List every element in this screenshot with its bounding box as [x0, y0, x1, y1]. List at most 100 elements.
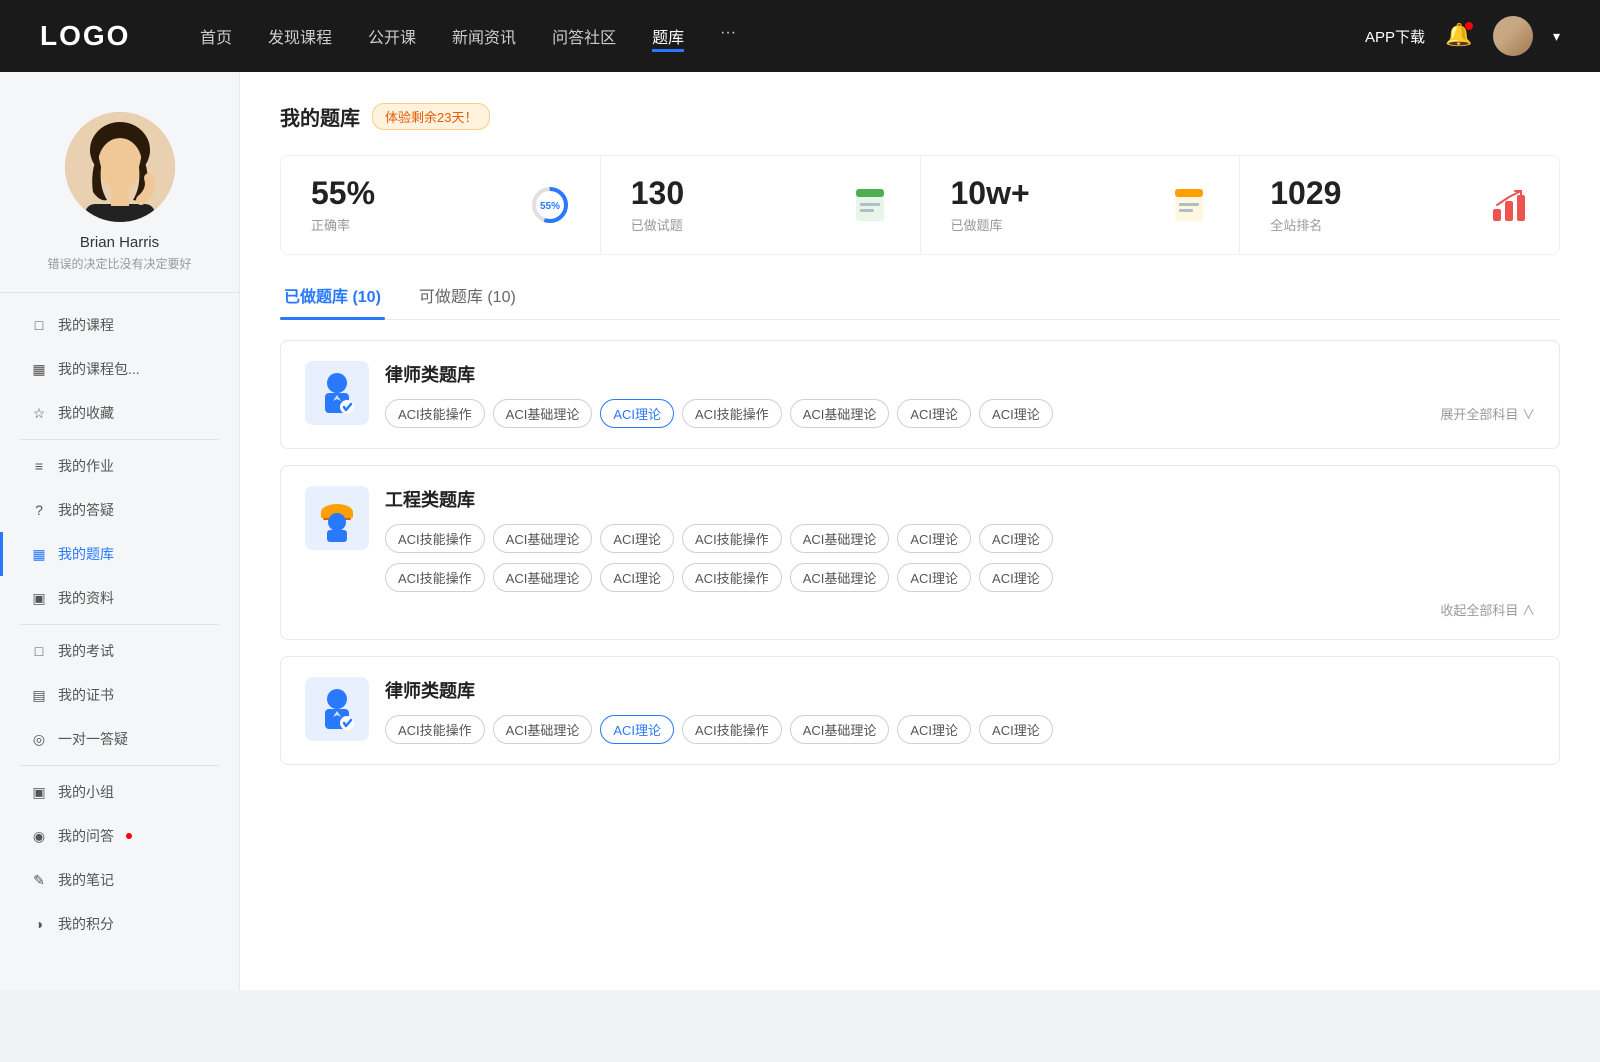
sidebar-icon-my-questions: ◉ [30, 827, 48, 845]
notification-bell[interactable]: 🔔 [1445, 22, 1473, 50]
tag[interactable]: ACI技能操作 [385, 524, 485, 553]
sidebar-item-my-questions[interactable]: ◉ 我的问答 [0, 814, 239, 858]
engineer-icon [313, 494, 361, 542]
tag[interactable]: ACI技能操作 [682, 563, 782, 592]
sidebar-item-my-course-pack[interactable]: ▦ 我的课程包... [0, 347, 239, 391]
qbank-card-header: 律师类题库 ACI技能操作ACI基础理论ACI理论ACI技能操作ACI基础理论A… [305, 361, 1535, 428]
nav-items: 首页 发现课程 公开课 新闻资讯 问答社区 题库 ··· [200, 20, 1365, 52]
sidebar-label-my-exam: 我的考试 [58, 641, 114, 661]
tag[interactable]: ACI理论 [600, 563, 674, 592]
tabs-row: 已做题库 (10) 可做题库 (10) [280, 283, 1560, 320]
sidebar-divider [20, 439, 219, 440]
lawyer-icon [313, 369, 361, 417]
logo[interactable]: LOGO [40, 20, 140, 52]
stat-label-done-questions: 已做试题 [631, 215, 834, 234]
sidebar: Brian Harris 错误的决定比没有决定要好 □ 我的课程 ▦ 我的课程包… [0, 72, 240, 990]
tag[interactable]: ACI技能操作 [682, 399, 782, 428]
tag[interactable]: ACI基础理论 [790, 715, 890, 744]
tag[interactable]: ACI技能操作 [682, 715, 782, 744]
sidebar-icon-my-qbank: ▦ [30, 545, 48, 563]
tag[interactable]: ACI理论 [979, 563, 1053, 592]
stat-label-accuracy: 正确率 [311, 215, 514, 234]
page-title: 我的题库 [280, 102, 360, 131]
qbank-card-lawyer-2: 律师类题库 ACI技能操作ACI基础理论ACI理论ACI技能操作ACI基础理论A… [280, 656, 1560, 765]
qbank-card-header: 工程类题库 ACI技能操作ACI基础理论ACI理论ACI技能操作ACI基础理论A… [305, 486, 1535, 619]
tag[interactable]: ACI基础理论 [493, 399, 593, 428]
tag[interactable]: ACI基础理论 [493, 524, 593, 553]
nav-item-···[interactable]: ··· [720, 20, 736, 52]
sidebar-item-my-points[interactable]: ◑ 我的积分 [0, 902, 239, 946]
tag[interactable]: ACI理论 [600, 399, 674, 428]
tab-0[interactable]: 已做题库 (10) [280, 283, 385, 319]
tag[interactable]: ACI技能操作 [385, 715, 485, 744]
sidebar-item-my-cert[interactable]: ▤ 我的证书 [0, 673, 239, 717]
sidebar-item-my-exam[interactable]: □ 我的考试 [0, 629, 239, 673]
stats-row: 55% 正确率 55% 130 已做试题 [280, 155, 1560, 255]
tag[interactable]: ACI基础理论 [493, 563, 593, 592]
chevron-down-icon[interactable]: ▾ [1553, 28, 1560, 45]
nav-item-题库[interactable]: 题库 [652, 20, 684, 52]
tab-1[interactable]: 可做题库 (10) [415, 283, 520, 319]
tag[interactable]: ACI技能操作 [682, 524, 782, 553]
nav-item-问答社区[interactable]: 问答社区 [552, 20, 616, 52]
avatar-image [1493, 16, 1533, 56]
sidebar-label-my-collect: 我的收藏 [58, 403, 114, 423]
sidebar-item-one-on-one[interactable]: ◎ 一对一答疑 [0, 717, 239, 761]
sidebar-label-my-course-pack: 我的课程包... [58, 359, 140, 379]
stat-value-accuracy: 55% [311, 176, 514, 211]
sidebar-menu: □ 我的课程 ▦ 我的课程包... ☆ 我的收藏 ≡ 我的作业 ? 我的答疑 ▦… [0, 303, 239, 946]
sidebar-item-my-collect[interactable]: ☆ 我的收藏 [0, 391, 239, 435]
tag[interactable]: ACI理论 [979, 524, 1053, 553]
profile-avatar[interactable] [65, 112, 175, 222]
accuracy-icon: 55% [530, 185, 570, 225]
tags-row: ACI技能操作ACI基础理论ACI理论ACI技能操作ACI基础理论ACI理论AC… [385, 399, 1535, 428]
collapse-link[interactable]: 收起全部科目 ∧ [385, 600, 1535, 619]
tag[interactable]: ACI理论 [600, 715, 674, 744]
tag[interactable]: ACI技能操作 [385, 399, 485, 428]
sidebar-item-my-course[interactable]: □ 我的课程 [0, 303, 239, 347]
qbank-card-body: 律师类题库 ACI技能操作ACI基础理论ACI理论ACI技能操作ACI基础理论A… [385, 677, 1535, 744]
sidebar-divider [20, 624, 219, 625]
sidebar-label-my-notes: 我的笔记 [58, 870, 114, 890]
sidebar-icon-my-notes: ✎ [30, 871, 48, 889]
sidebar-item-my-homework[interactable]: ≡ 我的作业 [0, 444, 239, 488]
notification-dot [1465, 22, 1473, 30]
expand-link[interactable]: 展开全部科目 ∨ [1440, 400, 1535, 427]
tag[interactable]: ACI理论 [979, 399, 1053, 428]
tag[interactable]: ACI理论 [897, 715, 971, 744]
stat-card-ranking: 1029 全站排名 [1240, 156, 1559, 254]
nav-item-首页[interactable]: 首页 [200, 20, 232, 52]
sidebar-icon-my-homework: ≡ [30, 457, 48, 475]
avatar[interactable] [1493, 16, 1533, 56]
tag[interactable]: ACI基础理论 [790, 563, 890, 592]
profile-section: Brian Harris 错误的决定比没有决定要好 [0, 102, 239, 293]
tag[interactable]: ACI理论 [979, 715, 1053, 744]
sidebar-item-my-notes[interactable]: ✎ 我的笔记 [0, 858, 239, 902]
sidebar-item-my-qbank[interactable]: ▦ 我的题库 [0, 532, 239, 576]
stat-label-ranking: 全站排名 [1270, 215, 1473, 234]
tags-row: ACI技能操作ACI基础理论ACI理论ACI技能操作ACI基础理论ACI理论AC… [385, 715, 1535, 744]
nav-item-发现课程[interactable]: 发现课程 [268, 20, 332, 52]
sidebar-item-my-group[interactable]: ▣ 我的小组 [0, 770, 239, 814]
tags-row-1: ACI技能操作ACI基础理论ACI理论ACI技能操作ACI基础理论ACI理论AC… [385, 524, 1535, 553]
nav-item-公开课[interactable]: 公开课 [368, 20, 416, 52]
lawyer-icon [313, 685, 361, 733]
app-download-link[interactable]: APP下载 [1365, 26, 1425, 47]
sidebar-item-my-data[interactable]: ▣ 我的资料 [0, 576, 239, 620]
tag[interactable]: ACI理论 [897, 399, 971, 428]
tag[interactable]: ACI基础理论 [790, 524, 890, 553]
qbank-card-header: 律师类题库 ACI技能操作ACI基础理论ACI理论ACI技能操作ACI基础理论A… [305, 677, 1535, 744]
tag[interactable]: ACI基础理论 [493, 715, 593, 744]
stat-label-done-banks: 已做题库 [951, 215, 1154, 234]
nav-item-新闻资讯[interactable]: 新闻资讯 [452, 20, 516, 52]
tag[interactable]: ACI技能操作 [385, 563, 485, 592]
tag[interactable]: ACI基础理论 [790, 399, 890, 428]
sidebar-icon-my-exam: □ [30, 642, 48, 660]
page-header: 我的题库 体验剩余23天！ [280, 102, 1560, 131]
tag[interactable]: ACI理论 [897, 524, 971, 553]
tag[interactable]: ACI理论 [897, 563, 971, 592]
sidebar-label-my-points: 我的积分 [58, 914, 114, 934]
sidebar-item-my-qa[interactable]: ? 我的答疑 [0, 488, 239, 532]
tag[interactable]: ACI理论 [600, 524, 674, 553]
sidebar-icon-one-on-one: ◎ [30, 730, 48, 748]
